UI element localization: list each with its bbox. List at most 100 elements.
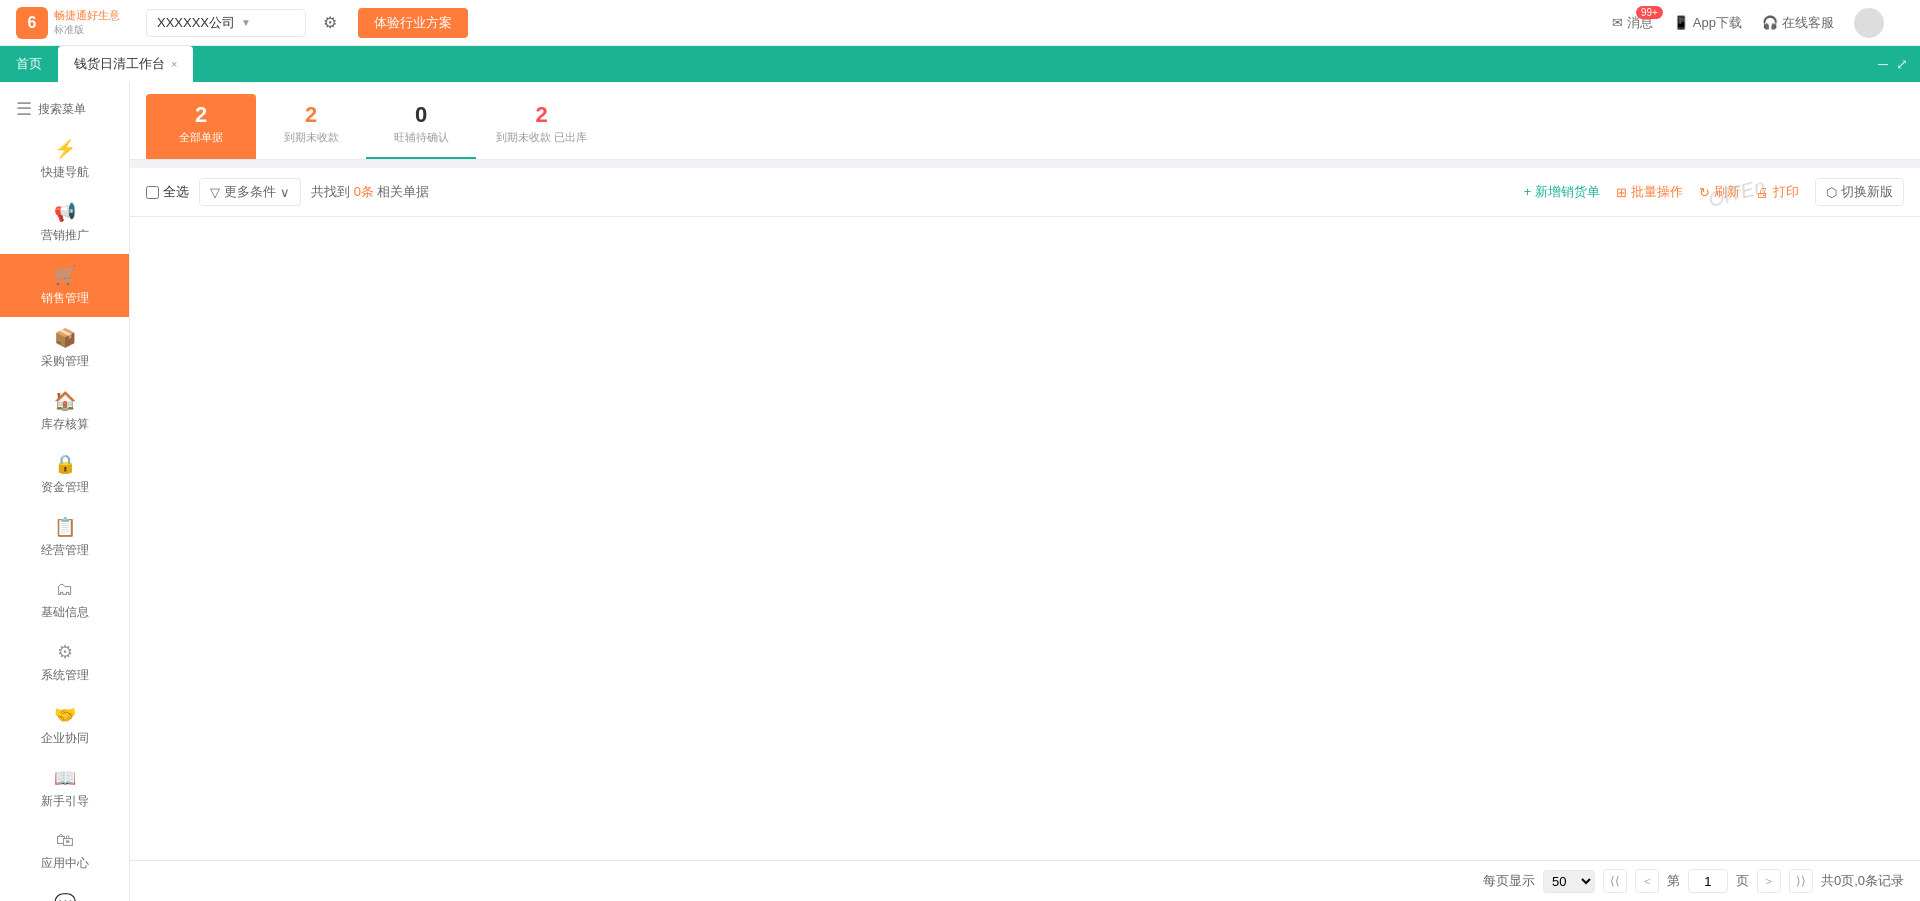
select-all-input[interactable]: [146, 186, 159, 199]
add-sales-order-button[interactable]: + 新增销货单: [1524, 183, 1600, 201]
sidebar-item-inventory[interactable]: 🏠 库存核算: [0, 380, 129, 443]
tab-close-icon[interactable]: ×: [171, 58, 177, 70]
logo-badge: 标准版: [54, 23, 120, 37]
prev-page-button[interactable]: ＜: [1635, 869, 1659, 893]
avatar[interactable]: [1854, 8, 1884, 38]
enterprise-icon: 🤝: [54, 704, 76, 726]
refresh-label: 刷新: [1714, 183, 1740, 201]
inventory-icon: 🏠: [54, 390, 76, 412]
system-label: 系统管理: [41, 667, 89, 684]
logo-area: 6 畅捷通好生意 标准版: [16, 7, 146, 39]
sidebar-item-sales[interactable]: 🛒 销售管理: [0, 254, 129, 317]
found-count: 0条: [354, 184, 374, 199]
stats-tabs: 2 全部单据 2 到期未收款 0 旺辅待确认 2 到期未收款 已出库: [130, 82, 1920, 160]
sidebar-item-wechat[interactable]: 💬 企业微信: [0, 882, 129, 901]
app-download-button[interactable]: 📱 App下载: [1673, 14, 1742, 32]
trial-button[interactable]: 体验行业方案: [358, 8, 468, 38]
stat-number-wangfu: 0: [386, 102, 456, 128]
system-icon: ⚙: [57, 641, 73, 663]
batch-operation-button[interactable]: ⊞ 批量操作: [1616, 183, 1683, 201]
batch-label: 批量操作: [1631, 183, 1683, 201]
main-layout: ☰ 搜索菜单 ⚡ 快捷导航 📢 营销推广 🛒 销售管理 📦 采购管理 🏠 库存核…: [0, 82, 1920, 901]
quick-nav-icon: ⚡: [54, 138, 76, 160]
minimize-icon[interactable]: ─: [1878, 56, 1888, 72]
sidebar-item-enterprise[interactable]: 🤝 企业协同: [0, 694, 129, 757]
sidebar: ☰ 搜索菜单 ⚡ 快捷导航 📢 营销推广 🛒 销售管理 📦 采购管理 🏠 库存核…: [0, 82, 130, 901]
content-area: 2 全部单据 2 到期未收款 0 旺辅待确认 2 到期未收款 已出库 全选: [130, 82, 1920, 901]
chevron-down-icon: ▼: [241, 17, 251, 28]
page-size-select[interactable]: 50 100 200: [1543, 870, 1595, 893]
print-button[interactable]: 🖨 打印: [1756, 183, 1799, 201]
page-of-label: 页: [1736, 872, 1749, 890]
total-info: 共0页,0条记录: [1821, 872, 1904, 890]
sidebar-item-apps[interactable]: 🛍 应用中心: [0, 820, 129, 882]
filter-chevron-icon: ∨: [280, 185, 290, 200]
sidebar-item-purchase[interactable]: 📦 采购管理: [0, 317, 129, 380]
home-tab-label: 首页: [16, 55, 42, 73]
finance-icon: 🔒: [54, 453, 76, 475]
message-button[interactable]: ✉ 消息 99+: [1612, 14, 1653, 32]
stat-tab-wangfu[interactable]: 0 旺辅待确认: [366, 94, 476, 159]
refresh-icon: ↻: [1699, 185, 1710, 200]
page-label: 第: [1667, 872, 1680, 890]
found-suffix: 相关单据: [377, 184, 429, 199]
pagination-bar: 每页显示 50 100 200 ⟨⟨ ＜ 第 页 ＞ ⟩⟩ 共0页,0条记录: [130, 860, 1920, 901]
tab-actions: ─ ⤢: [1878, 56, 1920, 72]
sidebar-item-operations[interactable]: 📋 经营管理: [0, 506, 129, 569]
app-download-icon: 📱: [1673, 15, 1689, 30]
sidebar-item-basics[interactable]: 🗂 基础信息: [0, 569, 129, 631]
top-header: 6 畅捷通好生意 标准版 XXXXXX公司 ▼ ⚙ 体验行业方案 ✉ 消息 99…: [0, 0, 1920, 46]
sidebar-item-quick-nav[interactable]: ⚡ 快捷导航: [0, 128, 129, 191]
quick-nav-label: 快捷导航: [41, 164, 89, 181]
guide-icon: 📖: [54, 767, 76, 789]
toolbar-right: + 新增销货单 ⊞ 批量操作 ↻ 刷新 🖨 打印 ⬡ 切换新版: [1524, 178, 1904, 206]
operations-icon: 📋: [54, 516, 76, 538]
inventory-label: 库存核算: [41, 416, 89, 433]
stat-tab-overdue-shipped[interactable]: 2 到期未收款 已出库: [476, 94, 607, 159]
sidebar-item-system[interactable]: ⚙ 系统管理: [0, 631, 129, 694]
stat-number-all: 2: [166, 102, 236, 128]
company-selector[interactable]: XXXXXX公司 ▼: [146, 9, 306, 37]
active-tab-label: 钱货日清工作台: [74, 55, 165, 73]
stat-tab-overdue[interactable]: 2 到期未收款: [256, 94, 366, 159]
sidebar-item-finance[interactable]: 🔒 资金管理: [0, 443, 129, 506]
sidebar-item-marketing[interactable]: 📢 营销推广: [0, 191, 129, 254]
notification-badge: 99+: [1636, 6, 1663, 19]
found-text: 共找到 0条 相关单据: [311, 183, 429, 201]
print-label: 打印: [1773, 183, 1799, 201]
filter-label: 更多条件: [224, 183, 276, 201]
sidebar-item-search[interactable]: ☰ 搜索菜单: [0, 90, 129, 128]
tab-active[interactable]: 钱货日清工作台 ×: [58, 46, 193, 82]
batch-icon: ⊞: [1616, 185, 1627, 200]
purchase-label: 采购管理: [41, 353, 89, 370]
settings-icon: ⚙: [323, 13, 337, 32]
switch-version-button[interactable]: ⬡ 切换新版: [1815, 178, 1904, 206]
next-page-button[interactable]: ＞: [1757, 869, 1781, 893]
select-all-checkbox[interactable]: 全选: [146, 183, 189, 201]
tab-home[interactable]: 首页: [0, 46, 58, 82]
finance-label: 资金管理: [41, 479, 89, 496]
tab-bar: 首页 钱货日清工作台 × ─ ⤢: [0, 46, 1920, 82]
marketing-label: 营销推广: [41, 227, 89, 244]
headset-icon: 🎧: [1762, 15, 1778, 30]
last-page-button[interactable]: ⟩⟩: [1789, 869, 1813, 893]
stat-number-overdue: 2: [276, 102, 346, 128]
apps-label: 应用中心: [41, 855, 89, 872]
stat-tab-all[interactable]: 2 全部单据: [146, 94, 256, 159]
page-input[interactable]: [1688, 869, 1728, 893]
select-all-label: 全选: [163, 183, 189, 201]
sidebar-item-guide[interactable]: 📖 新手引导: [0, 757, 129, 820]
basics-label: 基础信息: [41, 604, 89, 621]
filter-button[interactable]: ▽ 更多条件 ∨: [199, 178, 301, 206]
first-page-button[interactable]: ⟨⟨: [1603, 869, 1627, 893]
per-page-label: 每页显示: [1483, 872, 1535, 890]
company-name: XXXXXX公司: [157, 14, 235, 32]
sales-icon: 🛒: [54, 264, 76, 286]
maximize-icon[interactable]: ⤢: [1896, 56, 1908, 72]
operations-label: 经营管理: [41, 542, 89, 559]
refresh-button[interactable]: ↻ 刷新: [1699, 183, 1740, 201]
settings-icon-button[interactable]: ⚙: [314, 7, 346, 39]
switch-icon: ⬡: [1826, 185, 1837, 200]
stat-label-overdue: 到期未收款: [276, 130, 346, 145]
online-service-button[interactable]: 🎧 在线客服: [1762, 14, 1834, 32]
